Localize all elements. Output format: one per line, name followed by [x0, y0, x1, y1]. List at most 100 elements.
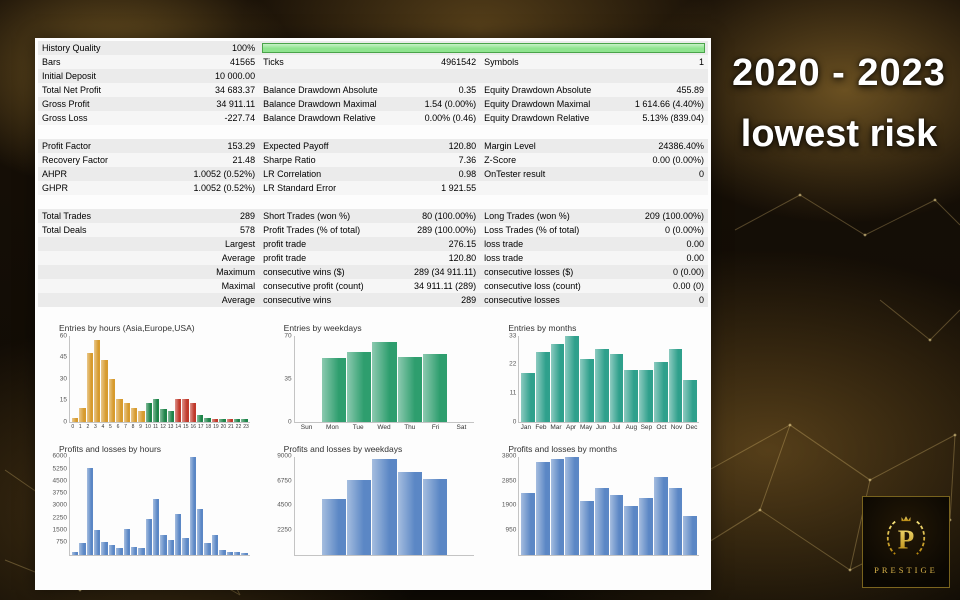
stat-value: Average	[221, 253, 256, 263]
x-tick-label: 16	[190, 424, 197, 430]
bar	[594, 349, 609, 422]
x-tick-label: 13	[167, 424, 174, 430]
stat-label: Gross Profit	[42, 99, 90, 109]
bar	[130, 546, 138, 555]
bar	[116, 399, 123, 422]
stat-label: Margin Level	[484, 141, 536, 151]
chart-bars	[295, 457, 475, 555]
bar	[580, 500, 594, 555]
x-tick-label: 6	[116, 424, 120, 430]
stat-value: Largest	[225, 239, 256, 249]
stat-label: Recovery Factor	[42, 155, 109, 165]
chart-plot: 0 15 30 45 60	[60, 332, 250, 424]
chart: Entries by weekdays 0 35 70 Sun Mon Tue Wed Thu F…	[268, 323, 479, 432]
background: History Quality 100% Bars 41565 Ticks 4961542…	[0, 0, 960, 600]
period-heading: 2020 - 2023	[732, 52, 946, 94]
stat-label: Gross Loss	[42, 113, 88, 123]
x-tick-label: 21	[228, 424, 234, 430]
report-panel: History Quality 100% Bars 41565 Ticks 4961542…	[35, 38, 711, 590]
chart-bars	[70, 456, 250, 555]
y-tick-label: 2850	[501, 477, 517, 485]
y-tick-label: 0	[512, 417, 517, 425]
bar	[219, 549, 226, 555]
bar	[536, 461, 550, 555]
y-tick-label: 3750	[52, 489, 67, 497]
stat-value: 41565	[230, 57, 256, 67]
stat-label: Long Trades (won %)	[484, 211, 570, 221]
stat-label: Profit Factor	[42, 141, 92, 151]
stat-value: 0 (0.00)	[672, 267, 704, 277]
x-tick-label: Sun	[300, 424, 313, 431]
chart: Entries by hours (Asia,Europe,USA) 0 15 30 4…	[43, 323, 254, 432]
stat-value: 289	[240, 211, 256, 221]
charts-grid: Entries by hours (Asia,Europe,USA) 0 15 30 4…	[35, 307, 711, 556]
bar	[609, 354, 624, 422]
stat-value	[393, 69, 480, 83]
report-table: History Quality 100% Bars 41565 Ticks 4961542…	[35, 41, 711, 307]
bar	[624, 369, 639, 422]
x-tick-label: Sep	[640, 424, 653, 431]
stat-label: profit trade	[263, 253, 307, 263]
table-row: Maximal consecutive profit (count) 34 911.…	[38, 279, 708, 293]
bar	[594, 487, 609, 555]
x-tick-label: 1	[78, 424, 82, 430]
tagline-heading: lowest risk	[740, 113, 938, 155]
x-tick-label: May	[579, 424, 593, 431]
y-tick-label: 11	[509, 389, 517, 397]
stat-value: 80 (100.00%)	[422, 211, 477, 221]
stat-value: 120.80	[448, 253, 477, 263]
y-tick-label: 9000	[277, 452, 292, 460]
y-tick-label: 22	[509, 360, 517, 368]
bar	[683, 516, 697, 555]
bar	[182, 538, 189, 555]
x-tick-label: 5	[109, 424, 112, 430]
bar	[197, 509, 204, 555]
chart-bars	[519, 456, 699, 555]
stat-label: loss trade	[484, 253, 524, 263]
table-row: Bars 41565 Ticks 4961542 Symbols 1	[38, 55, 708, 69]
stat-value: 34 911.11 (289)	[413, 281, 477, 291]
x-axis: Jan Feb Mar Apr May Jun Jul Aug Sep Oct Nov Dec	[518, 424, 699, 432]
x-tick-label: Mon	[326, 424, 339, 431]
table-row: Recovery Factor 21.48 Sharpe Ratio 7.36 Z-Sc…	[38, 153, 708, 167]
bar	[397, 472, 422, 555]
bar	[145, 518, 152, 555]
chart-bars	[519, 336, 699, 422]
bar	[521, 492, 536, 555]
bar	[189, 456, 197, 555]
chart-plot: 950 1900 2850 3800	[502, 453, 699, 556]
stat-value: 1	[698, 57, 704, 67]
y-tick-label: 70	[284, 331, 292, 339]
stat-label: Expected Payoff	[263, 141, 329, 151]
stat-value: Maximal	[221, 281, 256, 291]
stat-label: Total Trades	[42, 211, 92, 221]
bar	[233, 552, 241, 555]
stat-label: consecutive wins ($)	[263, 267, 345, 277]
bar	[624, 505, 639, 555]
y-tick-label: 60	[59, 331, 67, 339]
stat-value	[614, 181, 708, 195]
stat-label: consecutive losses	[484, 295, 560, 305]
bar	[72, 552, 79, 555]
bar	[204, 543, 211, 555]
bar	[639, 498, 653, 555]
bar	[197, 414, 204, 422]
stat-label: LR Correlation	[263, 169, 322, 179]
bar	[321, 358, 347, 422]
x-tick-label: 14	[175, 424, 181, 430]
x-tick-label: Mar	[550, 424, 562, 431]
stat-label: Symbols	[484, 57, 519, 67]
bar	[116, 548, 123, 555]
bar	[422, 478, 448, 555]
chart-title: Entries by months	[508, 323, 577, 333]
chart-title: Entries by weekdays	[283, 323, 362, 333]
stat-label: Z-Score	[484, 155, 517, 165]
x-tick-label: Feb	[535, 424, 547, 431]
stat-value: 4961542	[441, 57, 477, 67]
bar	[182, 399, 189, 422]
y-tick-label: 6000	[52, 452, 67, 460]
bar	[138, 548, 145, 555]
chart-plot: 750 1500 2250 3000 3750 4500 5250 6000	[53, 453, 250, 556]
bar	[372, 458, 397, 555]
chart-title: Profits and losses by weekdays	[283, 443, 403, 454]
